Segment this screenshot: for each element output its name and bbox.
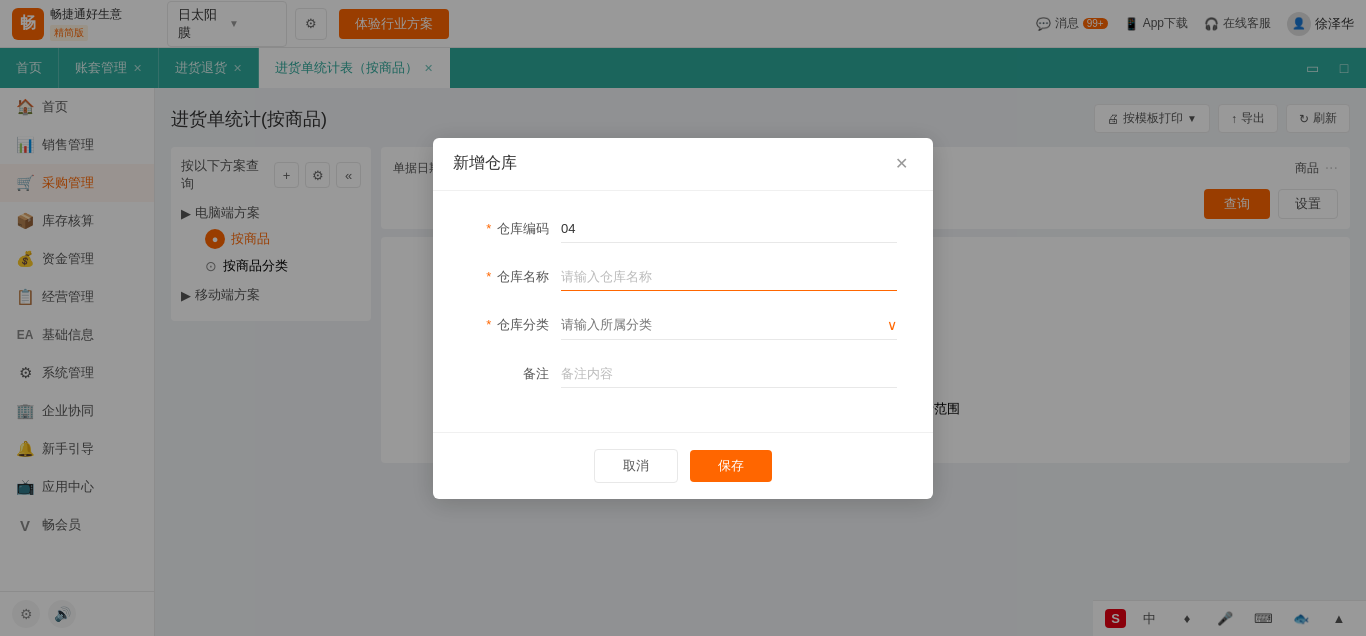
required-marker-name: *: [486, 269, 491, 284]
category-dropdown-arrow[interactable]: ∨: [887, 317, 897, 333]
category-label: * 仓库分类: [469, 316, 549, 334]
form-row-name: * 仓库名称: [469, 263, 897, 291]
form-row-note: 备注: [469, 360, 897, 388]
code-label-text: 仓库编码: [497, 221, 549, 236]
modal-title: 新增仓库: [453, 153, 517, 174]
modal-body: * 仓库编码 * 仓库名称 * 仓库分类: [433, 191, 933, 432]
code-label: * 仓库编码: [469, 220, 549, 238]
warehouse-name-input[interactable]: [561, 263, 897, 291]
save-button[interactable]: 保存: [690, 450, 772, 482]
category-label-text: 仓库分类: [497, 317, 549, 332]
name-label-text: 仓库名称: [497, 269, 549, 284]
modal-header: 新增仓库 ✕: [433, 138, 933, 191]
modal-overlay: 新增仓库 ✕ * 仓库编码 * 仓库名称: [0, 0, 1366, 636]
name-label: * 仓库名称: [469, 268, 549, 286]
modal-footer: 取消 保存: [433, 432, 933, 499]
modal-close-button[interactable]: ✕: [889, 152, 913, 176]
category-select-row: ∨: [561, 311, 897, 340]
note-label: 备注: [469, 365, 549, 383]
cancel-button[interactable]: 取消: [594, 449, 678, 483]
warehouse-note-input[interactable]: [561, 360, 897, 388]
add-warehouse-modal: 新增仓库 ✕ * 仓库编码 * 仓库名称: [433, 138, 933, 499]
required-marker-category: *: [486, 317, 491, 332]
form-row-code: * 仓库编码: [469, 215, 897, 243]
warehouse-category-input[interactable]: [561, 317, 887, 332]
form-row-category: * 仓库分类 ∨: [469, 311, 897, 340]
required-marker-code: *: [486, 221, 491, 236]
note-label-text: 备注: [523, 366, 549, 381]
warehouse-code-input[interactable]: [561, 215, 897, 243]
